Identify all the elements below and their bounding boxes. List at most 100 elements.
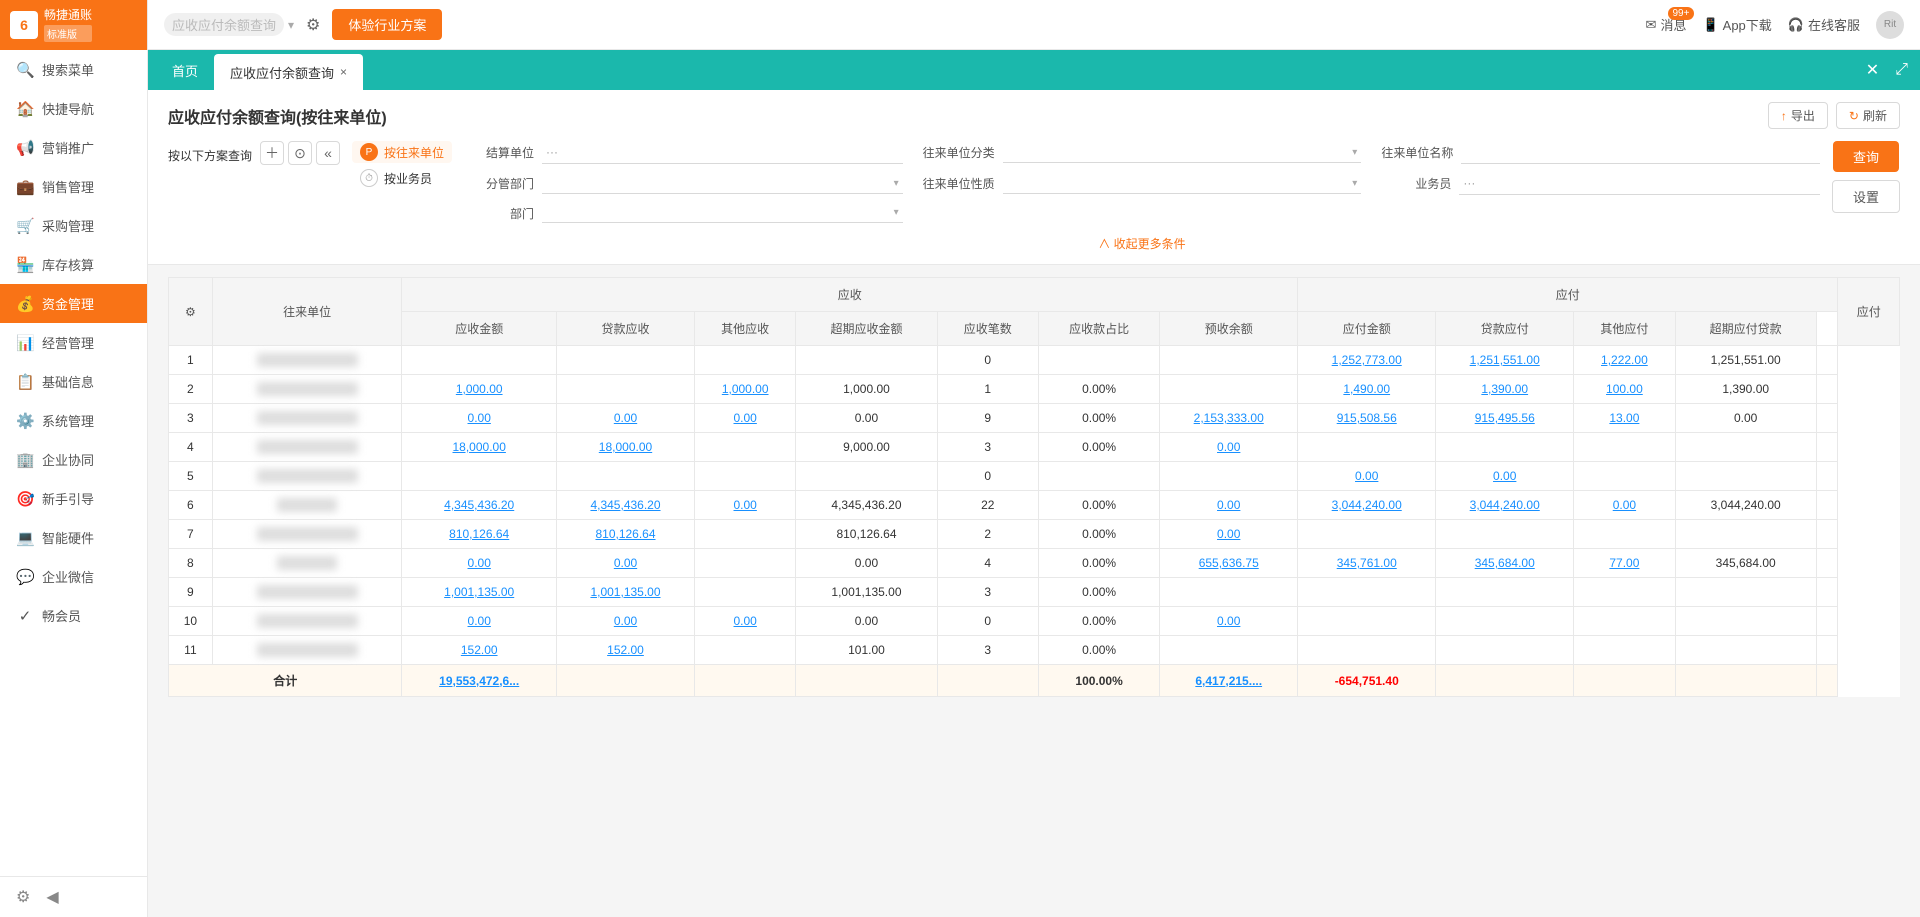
service-icon: 🎧 [1788, 17, 1804, 33]
sidebar-item-hardware[interactable]: 💻 智能硬件 [0, 518, 147, 557]
footer-other-payable [1574, 665, 1675, 697]
footer-label: 合计 [169, 665, 402, 697]
row-receivable-ratio: 0.00% [1038, 404, 1159, 433]
gear-icon[interactable]: ⚙ [306, 15, 320, 35]
unit-name-input[interactable] [1461, 141, 1820, 164]
row-other-payable [1574, 578, 1675, 607]
user-avatar-area[interactable]: Rit [1876, 11, 1904, 39]
footer-loan-receivable [557, 665, 695, 697]
tab-close-icon[interactable]: × [340, 65, 347, 79]
row-overdue-receivable: 1,000.00 [796, 375, 937, 404]
breadcrumb-text: 应收应付余额查询 [164, 13, 284, 36]
row-partner: COMPANY_NAME [212, 607, 402, 636]
avatar-text: Rit [1884, 19, 1896, 30]
col-settings-header[interactable]: ⚙ [169, 278, 213, 346]
row-payable-rest [1816, 375, 1838, 404]
row-other-payable [1574, 607, 1675, 636]
col-other-receivable: 其他应收 [695, 312, 796, 346]
row-index: 7 [169, 520, 213, 549]
table-row: 7 COMPANY_NAME 810,126.64 810,126.64 810… [169, 520, 1900, 549]
breadcrumb-arrow: ▾ [288, 18, 294, 32]
row-payable-amount [1298, 607, 1436, 636]
sidebar-item-inventory[interactable]: 🏪 库存核算 [0, 245, 147, 284]
page-title-row: 应收应付余额查询(按往来单位) ↑ 导出 ↻ 刷新 [168, 102, 1900, 129]
page-header: 应收应付余额查询(按往来单位) ↑ 导出 ↻ 刷新 按以下方案查询 [148, 90, 1920, 265]
settlement-unit-select[interactable]: ··· [542, 141, 903, 164]
add-scheme-button[interactable]: ＋ [260, 141, 284, 165]
row-index: 3 [169, 404, 213, 433]
collapse-more-icon: ∧ [1098, 237, 1110, 251]
settings-icon[interactable]: ⚙ [16, 887, 30, 907]
filter-unit-nature: 往来单位性质 ▾ [923, 172, 1362, 195]
sidebar-item-member[interactable]: ✓ 畅会员 [0, 596, 147, 635]
row-receivable-ratio: 0.00% [1038, 607, 1159, 636]
collapse-more-btn[interactable]: ∧ 收起更多条件 [464, 231, 1820, 256]
col-receivable-group-header: 应收 [402, 278, 1298, 312]
maximize-icon[interactable]: ⤢ [1891, 61, 1912, 79]
operation-icon: 📊 [16, 334, 34, 352]
unit-category-select[interactable]: ▾ [1003, 143, 1362, 163]
tab-home[interactable]: 首页 [156, 50, 214, 90]
sidebar-item-operation[interactable]: 📊 经营管理 [0, 323, 147, 362]
row-payable-rest [1816, 491, 1838, 520]
row-overdue-payable [1675, 578, 1816, 607]
collapse-scheme-button[interactable]: « [316, 141, 340, 165]
filter-option-by-salesperson[interactable]: ⏱ 按业务员 [352, 167, 452, 189]
sidebar-item-wechat[interactable]: 💬 企业微信 [0, 557, 147, 596]
managed-dept-select[interactable]: ▾ [542, 174, 903, 194]
footer-overdue-payable [1675, 665, 1816, 697]
sidebar-item-label: 新手引导 [42, 489, 94, 508]
sidebar-item-quick-nav[interactable]: 🏠 快捷导航 [0, 89, 147, 128]
row-receivable-ratio: 0.00% [1038, 433, 1159, 462]
filter-option-by-partner[interactable]: P 按往来单位 [352, 141, 452, 163]
app-version: 标准版 [44, 25, 92, 42]
target-icon-button[interactable]: ⊙ [288, 141, 312, 165]
sidebar-item-marketing[interactable]: 📢 营销推广 [0, 128, 147, 167]
tabbar: 首页 应收应付余额查询 × ✕ ⤢ [148, 50, 1920, 90]
app-download-button[interactable]: 📱 App下载 [1702, 15, 1771, 34]
online-service-button[interactable]: 🎧 在线客服 [1788, 15, 1860, 34]
filter-department: 部门 ▾ [464, 203, 903, 223]
sidebar-item-enterprise[interactable]: 🏢 企业协同 [0, 440, 147, 479]
refresh-button[interactable]: ↻ 刷新 [1836, 102, 1900, 129]
collapse-icon[interactable]: ◀ [46, 887, 58, 907]
row-loan-receivable: 0.00 [557, 549, 695, 578]
col-overdue-receivable: 超期应收金额 [796, 312, 937, 346]
sidebar-item-system[interactable]: ⚙️ 系统管理 [0, 401, 147, 440]
settlement-unit-label: 结算单位 [464, 144, 534, 161]
solution-button[interactable]: 体验行业方案 [332, 9, 442, 40]
sidebar-item-purchase[interactable]: 🛒 采购管理 [0, 206, 147, 245]
guide-icon: 🎯 [16, 490, 34, 508]
row-payable-rest [1816, 462, 1838, 491]
row-receivable-ratio: 0.00% [1038, 636, 1159, 665]
row-other-payable: 77.00 [1574, 549, 1675, 578]
unit-nature-select[interactable]: ▾ [1003, 174, 1362, 194]
salesperson-select[interactable]: ··· [1459, 172, 1820, 195]
filter-unit-category: 往来单位分类 ▾ [923, 141, 1362, 164]
row-other-receivable [695, 636, 796, 665]
sidebar-item-base-info[interactable]: 📋 基础信息 [0, 362, 147, 401]
unit-nature-label: 往来单位性质 [923, 175, 995, 192]
message-button[interactable]: ✉ 消息 99+ [1646, 15, 1687, 34]
query-button[interactable]: 查询 [1833, 141, 1899, 172]
refresh-label: 刷新 [1863, 107, 1887, 124]
row-loan-payable: 345,684.00 [1436, 549, 1574, 578]
filter-container: 按以下方案查询 ＋ ⊙ « P 按往来单位 ⏱ 按业务员 [168, 141, 1900, 264]
row-overdue-payable [1675, 607, 1816, 636]
sidebar-item-guide[interactable]: 🎯 新手引导 [0, 479, 147, 518]
row-loan-receivable: 1,001,135.00 [557, 578, 695, 607]
sidebar-item-finance[interactable]: 💰 资金管理 [0, 284, 147, 323]
sidebar-item-sales[interactable]: 💼 销售管理 [0, 167, 147, 206]
row-loan-receivable: 18,000.00 [557, 433, 695, 462]
table-row: 6 ° 4,345,436.20 4,345,436.20 0.00 4,345… [169, 491, 1900, 520]
tab-receivable[interactable]: 应收应付余额查询 × [214, 54, 363, 90]
export-button[interactable]: ↑ 导出 [1768, 102, 1828, 129]
row-other-payable: 13.00 [1574, 404, 1675, 433]
sidebar-item-search-menu[interactable]: 🔍 搜索菜单 [0, 50, 147, 89]
close-window-icon[interactable]: ✕ [1862, 60, 1883, 80]
table-settings-icon[interactable]: ⚙ [185, 305, 196, 319]
managed-dept-label: 分管部门 [464, 175, 534, 192]
footer-other-receivable [695, 665, 796, 697]
set-button[interactable]: 设置 [1832, 180, 1900, 213]
department-select[interactable]: ▾ [542, 203, 903, 223]
